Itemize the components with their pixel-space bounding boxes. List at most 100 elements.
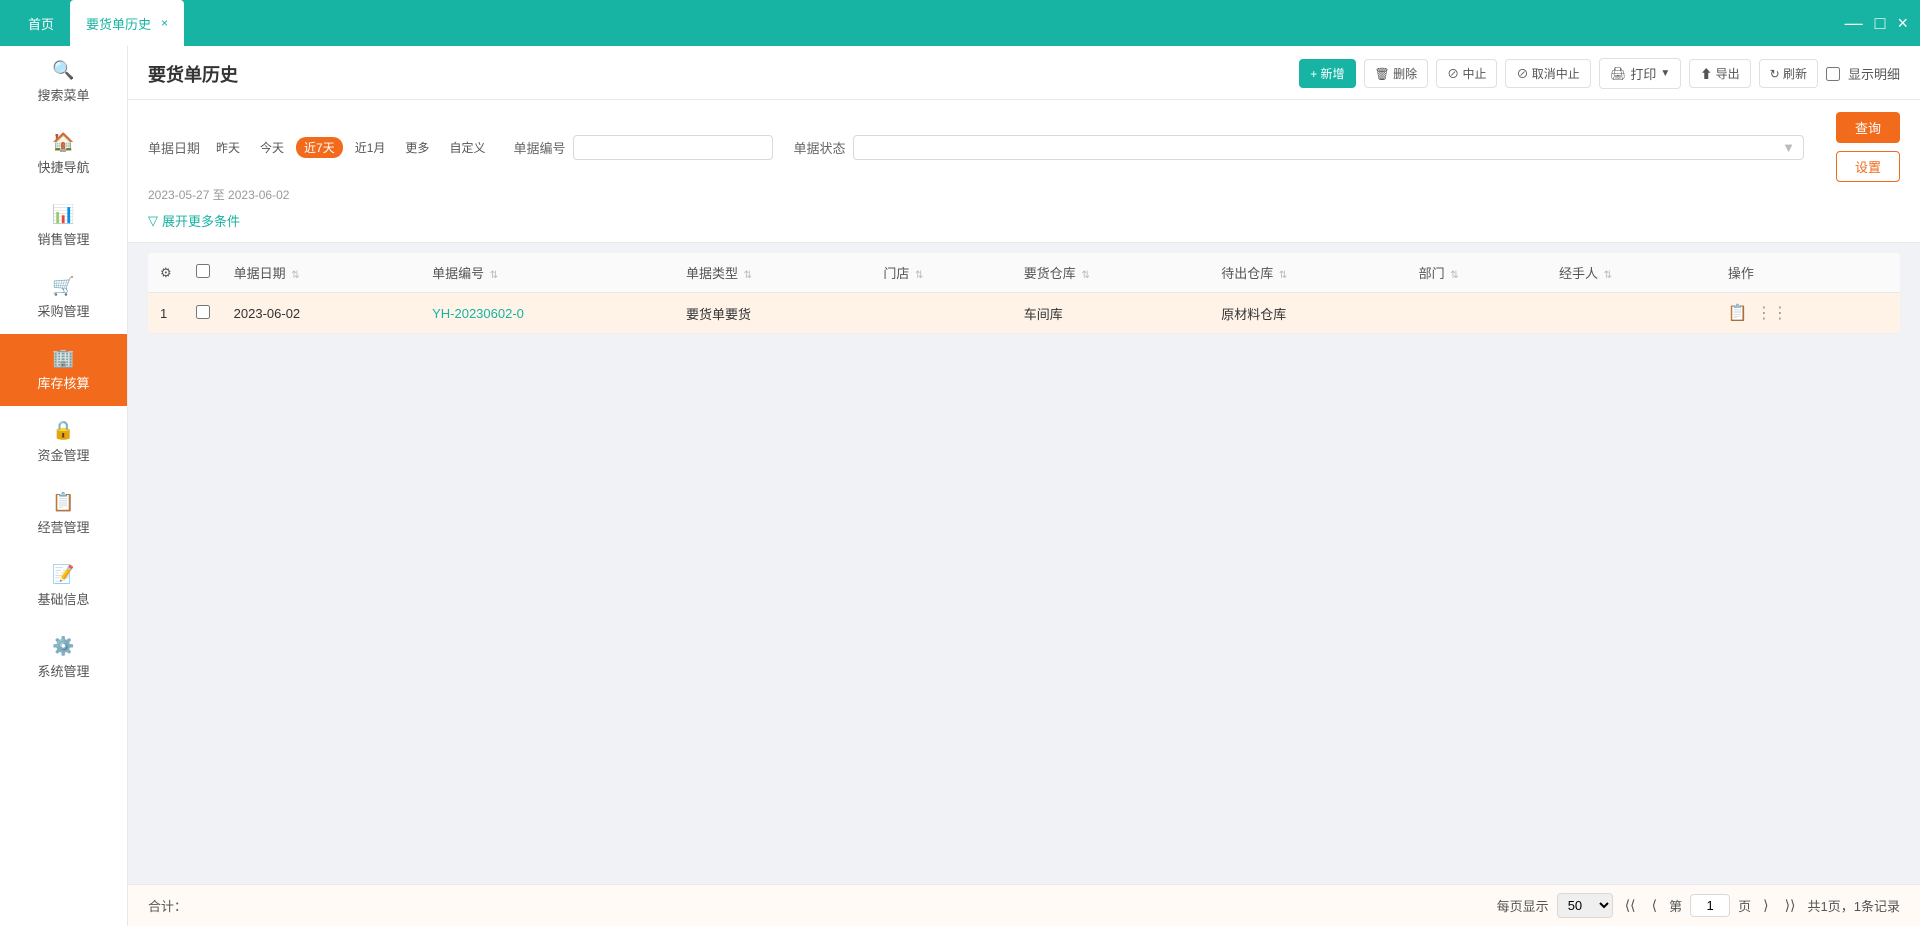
date-pill-custom[interactable]: 自定义 (441, 137, 493, 158)
cell-type: 要货单要货 (674, 293, 871, 334)
quick-nav-icon: 🏠 (52, 132, 74, 153)
col-type[interactable]: 单据类型 ⇅ (674, 253, 871, 293)
sales-icon: 📊 (52, 204, 74, 225)
content-area: 要货单历史 + 新增 🗑 删除 ⊘ 中止 ⊘ 取消中止 🖨 打印 ▼ ⬆ 导出 … (128, 46, 1920, 926)
sidebar-item-sales[interactable]: 📊 销售管理 (0, 190, 127, 262)
date-pills: 昨天 今天 近7天 近1月 更多 自定义 (208, 137, 493, 158)
cell-handler (1547, 293, 1716, 334)
row-edit-btn[interactable]: 📋 (1728, 303, 1748, 323)
inventory-icon: 🏢 (52, 348, 74, 369)
order-no-filter-group: 单据编号 (513, 135, 773, 160)
search-menu-icon: 🔍 (52, 60, 74, 81)
prev-page-btn[interactable]: ⟨ (1648, 895, 1661, 916)
sidebar-item-inventory[interactable]: 🏢 库存核算 (0, 334, 127, 406)
sort-req-warehouse-icon: ⇅ (1081, 270, 1089, 281)
sidebar-item-label: 经营管理 (37, 517, 89, 536)
print-button[interactable]: 🖨 打印 ▼ (1599, 58, 1681, 89)
table-area: ⚙ 单据日期 ⇅ 单据编号 ⇅ (128, 243, 1920, 884)
col-req-warehouse[interactable]: 要货仓库 ⇅ (1012, 253, 1209, 293)
date-pill-1month[interactable]: 近1月 (347, 137, 394, 158)
display-detail-label: 显示明细 (1848, 64, 1900, 83)
col-date-label: 单据日期 (234, 266, 286, 281)
col-handler-label: 经手人 (1559, 266, 1598, 281)
col-date[interactable]: 单据日期 ⇅ (222, 253, 420, 293)
col-department[interactable]: 部门 ⇅ (1407, 253, 1547, 293)
restore-btn[interactable]: □ (1875, 13, 1886, 34)
display-detail-checkbox[interactable] (1826, 67, 1840, 81)
col-checkbox (184, 253, 222, 293)
date-pill-7days[interactable]: 近7天 (296, 137, 343, 158)
sidebar-item-operation[interactable]: 📋 经营管理 (0, 478, 127, 550)
sidebar-item-quick-nav[interactable]: 🏠 快捷导航 (0, 118, 127, 190)
expand-more-btn[interactable]: ▽ 展开更多条件 (148, 211, 1900, 230)
query-action-area: 查询 设置 (1836, 112, 1900, 182)
sidebar-item-basic-info[interactable]: 📝 基础信息 (0, 550, 127, 622)
expand-more-label: 展开更多条件 (162, 211, 240, 230)
tab-active-label: 要货单历史 (86, 14, 151, 33)
minimize-btn[interactable]: — (1845, 13, 1863, 34)
tab-active[interactable]: 要货单历史 × (70, 0, 184, 46)
filter-area: 单据日期 昨天 今天 近7天 近1月 更多 自定义 单据编号 (128, 100, 1920, 243)
first-page-btn[interactable]: ⟨⟨ (1621, 895, 1640, 916)
page-label: 第 (1669, 896, 1682, 915)
cancel-stop-button[interactable]: ⊘ 取消中止 (1505, 59, 1590, 88)
page-size-label: 每页显示 (1497, 896, 1549, 915)
page-number-input[interactable] (1690, 894, 1730, 917)
cell-checkbox (184, 293, 222, 334)
sidebar-item-label: 搜索菜单 (37, 85, 89, 104)
col-actions: 操作 (1716, 253, 1900, 293)
sidebar-item-search-menu[interactable]: 🔍 搜索菜单 (0, 46, 127, 118)
tab-close-btn[interactable]: × (161, 16, 168, 30)
last-page-btn[interactable]: ⟩⟩ (1781, 895, 1800, 916)
date-pill-today[interactable]: 今天 (252, 137, 292, 158)
date-pill-more[interactable]: 更多 (397, 137, 437, 158)
row-more-btn[interactable]: ⋮⋮ (1756, 303, 1788, 323)
stop-button[interactable]: ⊘ 中止 (1436, 59, 1497, 88)
table-body: 1 2023-06-02 YH-20230602-0 要货单要货 车间库 (148, 293, 1900, 334)
status-dropdown-icon: ▼ (1782, 140, 1795, 155)
sidebar-item-label: 资金管理 (37, 445, 89, 464)
date-range-display: 2023-05-27 至 2023-06-02 (148, 186, 1900, 203)
print-label: 打印 (1630, 64, 1656, 83)
next-page-btn[interactable]: ⟩ (1759, 895, 1772, 916)
date-label: 单据日期 (148, 138, 200, 157)
sidebar-item-label: 系统管理 (37, 661, 89, 680)
new-button[interactable]: + 新增 (1299, 59, 1355, 88)
col-store-label: 门店 (883, 266, 909, 281)
col-pending-warehouse[interactable]: 待出仓库 ⇅ (1209, 253, 1406, 293)
col-department-label: 部门 (1419, 266, 1445, 281)
filter-row: 单据日期 昨天 今天 近7天 近1月 更多 自定义 单据编号 (148, 112, 1900, 182)
col-handler[interactable]: 经手人 ⇅ (1547, 253, 1716, 293)
col-store[interactable]: 门店 ⇅ (871, 253, 1011, 293)
order-no-label: 单据编号 (513, 138, 565, 157)
col-type-label: 单据类型 (686, 266, 738, 281)
filter-settings-button[interactable]: 设置 (1836, 151, 1900, 182)
order-no-input[interactable] (573, 135, 773, 160)
page-size-select[interactable]: 10 20 50 100 (1557, 893, 1613, 918)
refresh-button[interactable]: ↻ 刷新 (1759, 59, 1818, 88)
cell-date: 2023-06-02 (222, 293, 420, 334)
tab-home[interactable]: 首页 (12, 0, 70, 46)
sidebar-item-finance[interactable]: 🔒 资金管理 (0, 406, 127, 478)
cell-number: YH-20230602-0 (420, 293, 674, 334)
col-number[interactable]: 单据编号 ⇅ (420, 253, 674, 293)
display-detail-toggle[interactable]: 显示明细 (1826, 64, 1900, 83)
select-all-checkbox[interactable] (196, 264, 210, 278)
sort-pending-warehouse-icon: ⇅ (1279, 270, 1287, 281)
sort-handler-icon: ⇅ (1604, 270, 1612, 281)
export-button[interactable]: ⬆ 导出 (1689, 59, 1750, 88)
col-req-warehouse-label: 要货仓库 (1024, 266, 1076, 281)
toolbar: + 新增 🗑 删除 ⊘ 中止 ⊘ 取消中止 🖨 打印 ▼ ⬆ 导出 ↻ 刷新 (1299, 58, 1900, 89)
col-settings[interactable]: ⚙ (148, 253, 184, 293)
delete-button[interactable]: 🗑 删除 (1364, 59, 1429, 88)
date-pill-yesterday[interactable]: 昨天 (208, 137, 248, 158)
order-number-link[interactable]: YH-20230602-0 (432, 306, 524, 321)
page-header: 要货单历史 + 新增 🗑 删除 ⊘ 中止 ⊘ 取消中止 🖨 打印 ▼ ⬆ 导出 … (128, 46, 1920, 100)
sidebar-item-system[interactable]: ⚙️ 系统管理 (0, 622, 127, 694)
row-checkbox[interactable] (196, 305, 210, 319)
status-select[interactable]: ▼ (853, 135, 1804, 160)
operation-icon: 📋 (52, 492, 74, 513)
sidebar-item-purchase[interactable]: 🛒 采购管理 (0, 262, 127, 334)
close-btn[interactable]: × (1897, 13, 1908, 34)
query-button[interactable]: 查询 (1836, 112, 1900, 143)
